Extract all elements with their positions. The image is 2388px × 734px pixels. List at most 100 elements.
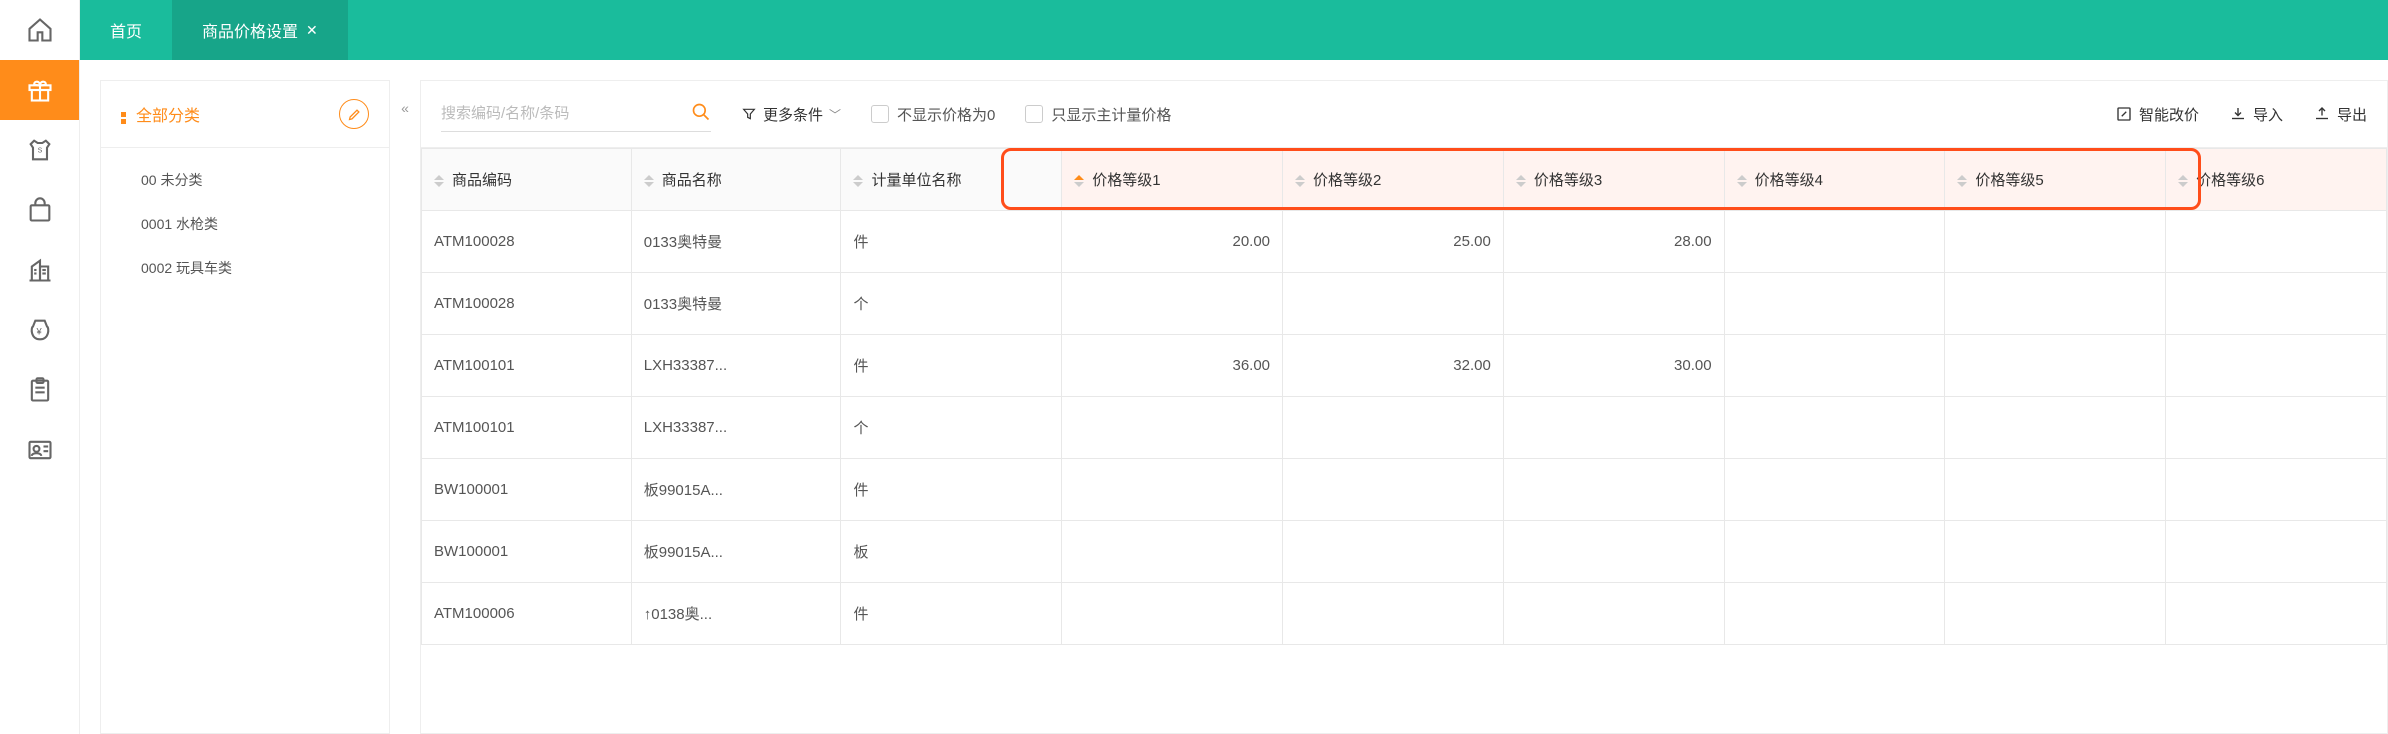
nav-bag[interactable] — [0, 180, 79, 240]
cell-p1[interactable]: 20.00 — [1062, 211, 1283, 273]
cell-p4[interactable] — [1724, 211, 1945, 273]
table-row[interactable]: ATM100006↑0138奥...件 — [422, 583, 2387, 645]
cell-p6[interactable] — [2166, 273, 2387, 335]
table-row[interactable]: BW100001板99015A...板 — [422, 521, 2387, 583]
checkbox-icon — [1025, 105, 1043, 123]
cell-p3[interactable] — [1503, 459, 1724, 521]
cell-unit: 件 — [841, 583, 1062, 645]
cell-p3[interactable] — [1503, 521, 1724, 583]
cell-p6[interactable] — [2166, 335, 2387, 397]
search-box — [441, 96, 711, 132]
cell-unit: 件 — [841, 459, 1062, 521]
cell-p3[interactable]: 28.00 — [1503, 211, 1724, 273]
tab-label: 商品价格设置 — [202, 18, 298, 42]
cell-p2[interactable]: 32.00 — [1283, 335, 1504, 397]
category-list: 00 未分类 0001 水枪类 0002 玩具车类 — [101, 148, 389, 300]
cell-p4[interactable] — [1724, 397, 1945, 459]
cell-p6[interactable] — [2166, 459, 2387, 521]
col-name[interactable]: 商品名称 — [631, 149, 841, 211]
col-price-5[interactable]: 价格等级5 — [1945, 149, 2166, 211]
nav-clipboard[interactable] — [0, 360, 79, 420]
cell-p3[interactable] — [1503, 273, 1724, 335]
search-icon[interactable] — [691, 102, 711, 125]
col-price-1[interactable]: 价格等级1 — [1062, 149, 1283, 211]
nav-money[interactable]: ¥ — [0, 300, 79, 360]
cell-p1[interactable] — [1062, 521, 1283, 583]
cell-p2[interactable] — [1283, 583, 1504, 645]
action-label: 导出 — [2337, 104, 2367, 125]
table-row[interactable]: ATM100101LXH33387...件36.0032.0030.00 — [422, 335, 2387, 397]
table-row[interactable]: ATM100101LXH33387...个 — [422, 397, 2387, 459]
cell-p1[interactable]: 36.00 — [1062, 335, 1283, 397]
tab-home[interactable]: 首页 — [80, 0, 172, 60]
search-input[interactable] — [441, 105, 691, 122]
cell-p3[interactable] — [1503, 397, 1724, 459]
cell-p1[interactable] — [1062, 583, 1283, 645]
cell-p4[interactable] — [1724, 335, 1945, 397]
tab-product-price[interactable]: 商品价格设置 ✕ — [172, 0, 348, 60]
checkbox-label: 不显示价格为0 — [897, 104, 995, 125]
table-row[interactable]: ATM1000280133奥特曼件20.0025.0028.00 — [422, 211, 2387, 273]
cell-p3[interactable]: 30.00 — [1503, 335, 1724, 397]
cell-p4[interactable] — [1724, 583, 1945, 645]
cell-p5[interactable] — [1945, 583, 2166, 645]
nav-gift[interactable] — [0, 60, 79, 120]
cell-p2[interactable] — [1283, 521, 1504, 583]
cell-p6[interactable] — [2166, 583, 2387, 645]
nav-shirt[interactable]: S — [0, 120, 79, 180]
more-conditions-button[interactable]: 更多条件 ﹀ — [741, 104, 841, 125]
table-row[interactable]: BW100001板99015A...件 — [422, 459, 2387, 521]
category-item[interactable]: 00 未分类 — [101, 158, 389, 202]
cell-p1[interactable] — [1062, 397, 1283, 459]
col-code[interactable]: 商品编码 — [422, 149, 632, 211]
nav-building[interactable] — [0, 240, 79, 300]
cell-name: LXH33387... — [631, 335, 841, 397]
close-icon[interactable]: ✕ — [306, 22, 318, 39]
cell-p6[interactable] — [2166, 211, 2387, 273]
col-price-2[interactable]: 价格等级2 — [1283, 149, 1504, 211]
smart-price-button[interactable]: 智能改价 — [2115, 104, 2199, 125]
grid-icon — [121, 112, 128, 117]
cell-p3[interactable] — [1503, 583, 1724, 645]
cell-p4[interactable] — [1724, 273, 1945, 335]
edit-category-button[interactable] — [339, 99, 369, 129]
cell-p4[interactable] — [1724, 459, 1945, 521]
nav-contact[interactable] — [0, 420, 79, 480]
cell-code: ATM100101 — [422, 397, 632, 459]
cell-name: LXH33387... — [631, 397, 841, 459]
cell-p2[interactable]: 25.00 — [1283, 211, 1504, 273]
export-button[interactable]: 导出 — [2313, 104, 2367, 125]
tab-label: 首页 — [110, 18, 142, 42]
cell-p6[interactable] — [2166, 397, 2387, 459]
cell-p1[interactable] — [1062, 273, 1283, 335]
cell-p5[interactable] — [1945, 397, 2166, 459]
cell-p5[interactable] — [1945, 521, 2166, 583]
collapse-handle[interactable]: « — [390, 80, 420, 734]
only-main-unit-checkbox[interactable]: 只显示主计量价格 — [1025, 104, 1171, 125]
edit-icon — [2115, 105, 2133, 123]
chevron-down-icon: ﹀ — [829, 106, 841, 123]
table-row[interactable]: ATM1000280133奥特曼个 — [422, 273, 2387, 335]
cell-p1[interactable] — [1062, 459, 1283, 521]
cell-p5[interactable] — [1945, 335, 2166, 397]
col-unit[interactable]: 计量单位名称 — [841, 149, 1062, 211]
cell-p4[interactable] — [1724, 521, 1945, 583]
cell-p2[interactable] — [1283, 273, 1504, 335]
cell-p5[interactable] — [1945, 211, 2166, 273]
cell-name: 0133奥特曼 — [631, 273, 841, 335]
cell-p5[interactable] — [1945, 459, 2166, 521]
col-price-6[interactable]: 价格等级6 — [2166, 149, 2387, 211]
col-price-4[interactable]: 价格等级4 — [1724, 149, 1945, 211]
cell-p2[interactable] — [1283, 397, 1504, 459]
cell-p5[interactable] — [1945, 273, 2166, 335]
col-price-3[interactable]: 价格等级3 — [1503, 149, 1724, 211]
cell-p2[interactable] — [1283, 459, 1504, 521]
hide-zero-checkbox[interactable]: 不显示价格为0 — [871, 104, 995, 125]
category-item[interactable]: 0001 水枪类 — [101, 202, 389, 246]
category-item[interactable]: 0002 玩具车类 — [101, 246, 389, 290]
cell-unit: 个 — [841, 397, 1062, 459]
import-button[interactable]: 导入 — [2229, 104, 2283, 125]
nav-home[interactable] — [0, 0, 79, 60]
category-title[interactable]: 全部分类 — [121, 102, 200, 126]
cell-p6[interactable] — [2166, 521, 2387, 583]
